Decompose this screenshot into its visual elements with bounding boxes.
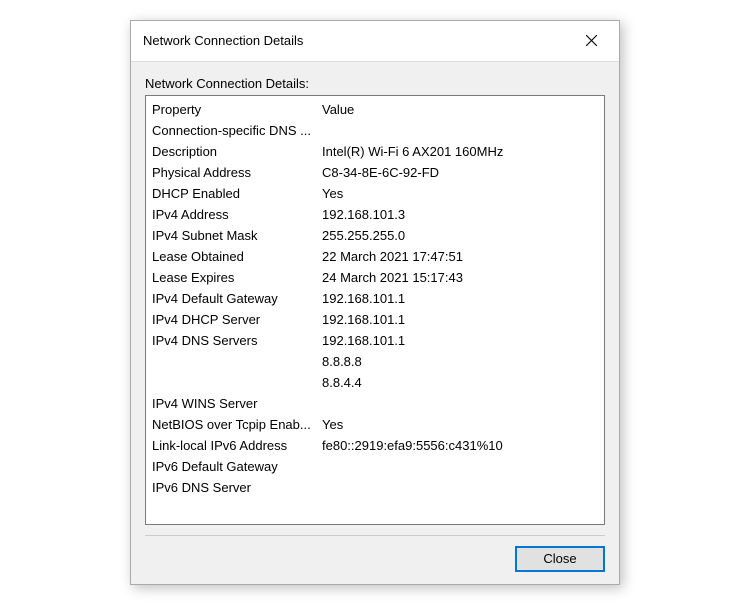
header-property: Property (152, 99, 322, 120)
property-cell: IPv4 Subnet Mask (152, 225, 322, 246)
value-cell: 192.168.101.1 (322, 330, 598, 351)
list-item[interactable]: DescriptionIntel(R) Wi-Fi 6 AX201 160MHz (152, 141, 598, 162)
close-icon (586, 35, 597, 46)
header-value: Value (322, 99, 598, 120)
value-cell (322, 120, 598, 141)
value-cell: 192.168.101.1 (322, 309, 598, 330)
property-cell: Link-local IPv6 Address (152, 435, 322, 456)
dialog-content: Network Connection Details: Property Val… (131, 62, 619, 584)
property-cell: Description (152, 141, 322, 162)
list-item[interactable]: IPv4 Subnet Mask255.255.255.0 (152, 225, 598, 246)
footer: Close (145, 546, 605, 572)
property-cell: IPv4 Default Gateway (152, 288, 322, 309)
value-cell: 24 March 2021 15:17:43 (322, 267, 598, 288)
property-cell: IPv4 Address (152, 204, 322, 225)
property-cell: IPv4 DNS Servers (152, 330, 322, 351)
property-cell: Physical Address (152, 162, 322, 183)
property-cell: IPv4 WINS Server (152, 393, 322, 414)
property-cell: Lease Expires (152, 267, 322, 288)
value-cell: 22 March 2021 17:47:51 (322, 246, 598, 267)
list-item[interactable]: IPv4 Default Gateway192.168.101.1 (152, 288, 598, 309)
list-item[interactable]: DHCP EnabledYes (152, 183, 598, 204)
value-cell: fe80::2919:efa9:5556:c431%10 (322, 435, 598, 456)
list-item[interactable]: IPv6 Default Gateway (152, 456, 598, 477)
close-button[interactable]: Close (515, 546, 605, 572)
close-icon-button[interactable] (573, 29, 609, 53)
value-cell (322, 456, 598, 477)
value-cell: Yes (322, 414, 598, 435)
value-cell (322, 393, 598, 414)
network-details-dialog: Network Connection Details Network Conne… (130, 20, 620, 585)
list-item[interactable]: IPv4 DHCP Server192.168.101.1 (152, 309, 598, 330)
property-cell (152, 351, 322, 372)
list-item[interactable]: Lease Obtained22 March 2021 17:47:51 (152, 246, 598, 267)
titlebar: Network Connection Details (131, 21, 619, 62)
property-cell: IPv4 DHCP Server (152, 309, 322, 330)
window-title: Network Connection Details (143, 33, 303, 48)
property-cell: IPv6 DNS Server (152, 477, 322, 498)
property-cell: NetBIOS over Tcpip Enab... (152, 414, 322, 435)
list-item[interactable]: Connection-specific DNS ... (152, 120, 598, 141)
divider (145, 535, 605, 536)
value-cell: 8.8.4.4 (322, 372, 598, 393)
value-cell: C8-34-8E-6C-92-FD (322, 162, 598, 183)
value-cell: 255.255.255.0 (322, 225, 598, 246)
list-item[interactable]: IPv4 WINS Server (152, 393, 598, 414)
value-cell (322, 477, 598, 498)
value-cell: 8.8.8.8 (322, 351, 598, 372)
value-cell: 192.168.101.3 (322, 204, 598, 225)
list-item[interactable]: Physical AddressC8-34-8E-6C-92-FD (152, 162, 598, 183)
value-cell: Intel(R) Wi-Fi 6 AX201 160MHz (322, 141, 598, 162)
property-cell: IPv6 Default Gateway (152, 456, 322, 477)
list-item[interactable]: NetBIOS over Tcpip Enab...Yes (152, 414, 598, 435)
list-item[interactable]: 8.8.4.4 (152, 372, 598, 393)
header-row: Property Value (152, 99, 598, 120)
value-cell: Yes (322, 183, 598, 204)
value-cell: 192.168.101.1 (322, 288, 598, 309)
list-item[interactable]: Lease Expires24 March 2021 15:17:43 (152, 267, 598, 288)
list-item[interactable]: IPv4 DNS Servers192.168.101.1 (152, 330, 598, 351)
section-label: Network Connection Details: (145, 76, 605, 91)
property-cell: Lease Obtained (152, 246, 322, 267)
property-cell: DHCP Enabled (152, 183, 322, 204)
list-item[interactable]: IPv4 Address192.168.101.3 (152, 204, 598, 225)
list-item[interactable]: IPv6 DNS Server (152, 477, 598, 498)
property-cell (152, 372, 322, 393)
property-cell: Connection-specific DNS ... (152, 120, 322, 141)
details-list[interactable]: Property Value Connection-specific DNS .… (145, 95, 605, 525)
list-item[interactable]: 8.8.8.8 (152, 351, 598, 372)
list-item[interactable]: Link-local IPv6 Addressfe80::2919:efa9:5… (152, 435, 598, 456)
